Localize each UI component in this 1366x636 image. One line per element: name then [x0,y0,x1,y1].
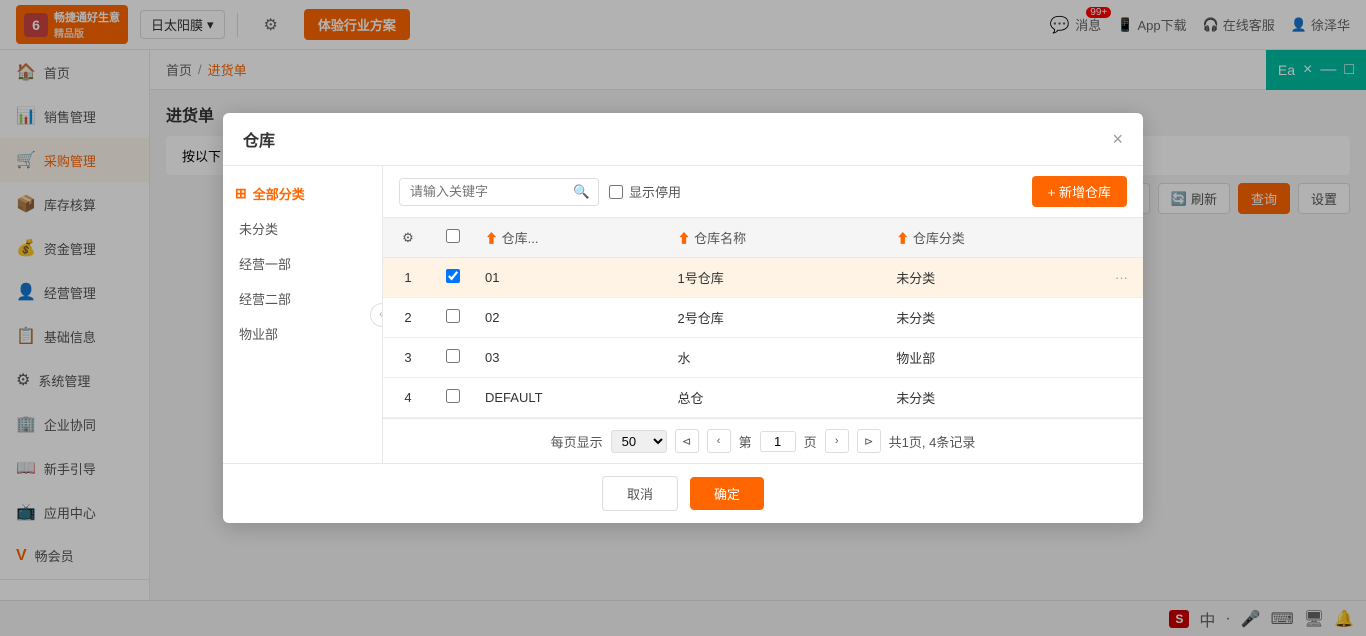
table-panel: 🔍 显示停用 + 新增仓库 ⚙ [383,166,1143,463]
show-disabled-checkbox[interactable] [609,185,623,199]
row-code: 03 [473,338,666,378]
search-input[interactable] [400,179,565,204]
row-check [433,338,473,378]
sort-icon-cat: ⬆ [896,231,909,246]
row-checkbox[interactable] [446,309,460,323]
select-all-checkbox[interactable] [446,229,460,243]
row-num: 1 [383,258,433,298]
search-wrap: 🔍 [399,178,599,206]
row-checkbox[interactable] [446,389,460,403]
row-check [433,378,473,418]
modal-footer: 取消 确定 [223,463,1143,523]
modal-overlay: 仓库 × ⊞ 全部分类 未分类 经营一部 经营二部 [0,0,1366,636]
col-header-category: ⬆ 仓库分类 [884,218,1103,258]
page-suffix: 页 [804,432,817,451]
total-info: 共1页, 4条记录 [889,432,976,451]
category-item-unclassified[interactable]: 未分类 [223,211,382,246]
row-num: 2 [383,298,433,338]
row-code: DEFAULT [473,378,666,418]
row-actions [1103,378,1143,418]
modal-close-btn[interactable]: × [1112,129,1123,150]
search-btn[interactable]: 🔍 [565,179,598,205]
page-label: 第 [739,432,752,451]
category-panel: ⊞ 全部分类 未分类 经营一部 经营二部 物业部 « [223,166,383,463]
category-item-property[interactable]: 物业部 [223,316,382,351]
modal-header: 仓库 × [223,113,1143,166]
col-header-check [433,218,473,258]
grid-icon: ⊞ [235,185,247,202]
table-row[interactable]: 1 01 1号仓库 未分类 ··· [383,258,1143,298]
search-icon: 🔍 [573,184,590,199]
table-row[interactable]: 3 03 水 物业部 [383,338,1143,378]
all-category-label: 全部分类 [253,184,305,203]
all-category-btn[interactable]: ⊞ 全部分类 [223,176,382,211]
row-check [433,298,473,338]
last-page-btn[interactable]: ⊳ [857,429,881,453]
new-warehouse-btn[interactable]: + 新增仓库 [1032,176,1127,207]
row-check [433,258,473,298]
row-category: 物业部 [884,338,1103,378]
prev-page-btn[interactable]: ‹ [707,429,731,453]
warehouse-modal: 仓库 × ⊞ 全部分类 未分类 经营一部 经营二部 [223,113,1143,523]
page-input[interactable] [760,431,796,452]
gear-col-icon[interactable]: ⚙ [402,230,414,245]
sort-icon-name: ⬆ [678,231,691,246]
col-header-name: ⬆ 仓库名称 [666,218,885,258]
row-name: 总仓 [666,378,885,418]
row-name: 水 [666,338,885,378]
table-row[interactable]: 2 02 2号仓库 未分类 [383,298,1143,338]
next-page-btn[interactable]: › [825,429,849,453]
cancel-btn[interactable]: 取消 [602,476,678,511]
data-table: ⚙ ⬆ 仓库... ⬆ [383,218,1143,418]
show-disabled-wrap: 显示停用 [609,182,681,201]
col-header-code: ⬆ 仓库... [473,218,666,258]
row-code: 01 [473,258,666,298]
per-page-label: 每页显示 [551,432,603,451]
col-header-gear: ⚙ [383,218,433,258]
row-name: 2号仓库 [666,298,885,338]
row-num: 3 [383,338,433,378]
modal-body: ⊞ 全部分类 未分类 经营一部 经营二部 物业部 « [223,166,1143,463]
category-item-dept1[interactable]: 经营一部 [223,246,382,281]
row-actions [1103,298,1143,338]
show-disabled-label: 显示停用 [629,182,681,201]
row-name: 1号仓库 [666,258,885,298]
row-num: 4 [383,378,433,418]
row-category: 未分类 [884,378,1103,418]
row-checkbox[interactable] [446,269,460,283]
category-item-dept2[interactable]: 经营二部 [223,281,382,316]
row-actions [1103,338,1143,378]
sort-icon: ⬆ [485,231,498,246]
row-code: 02 [473,298,666,338]
row-category: 未分类 [884,258,1103,298]
table-toolbar: 🔍 显示停用 + 新增仓库 [383,166,1143,218]
col-header-actions [1103,218,1143,258]
table-row[interactable]: 4 DEFAULT 总仓 未分类 [383,378,1143,418]
confirm-btn[interactable]: 确定 [690,477,764,510]
row-category: 未分类 [884,298,1103,338]
row-checkbox[interactable] [446,349,460,363]
pagination: 每页显示 50 100 200 ⊲ ‹ 第 页 › ⊳ 共1页, 4条记录 [383,418,1143,463]
per-page-select[interactable]: 50 100 200 [611,430,667,453]
first-page-btn[interactable]: ⊲ [675,429,699,453]
modal-title: 仓库 [243,127,275,151]
row-actions: ··· [1103,258,1143,298]
